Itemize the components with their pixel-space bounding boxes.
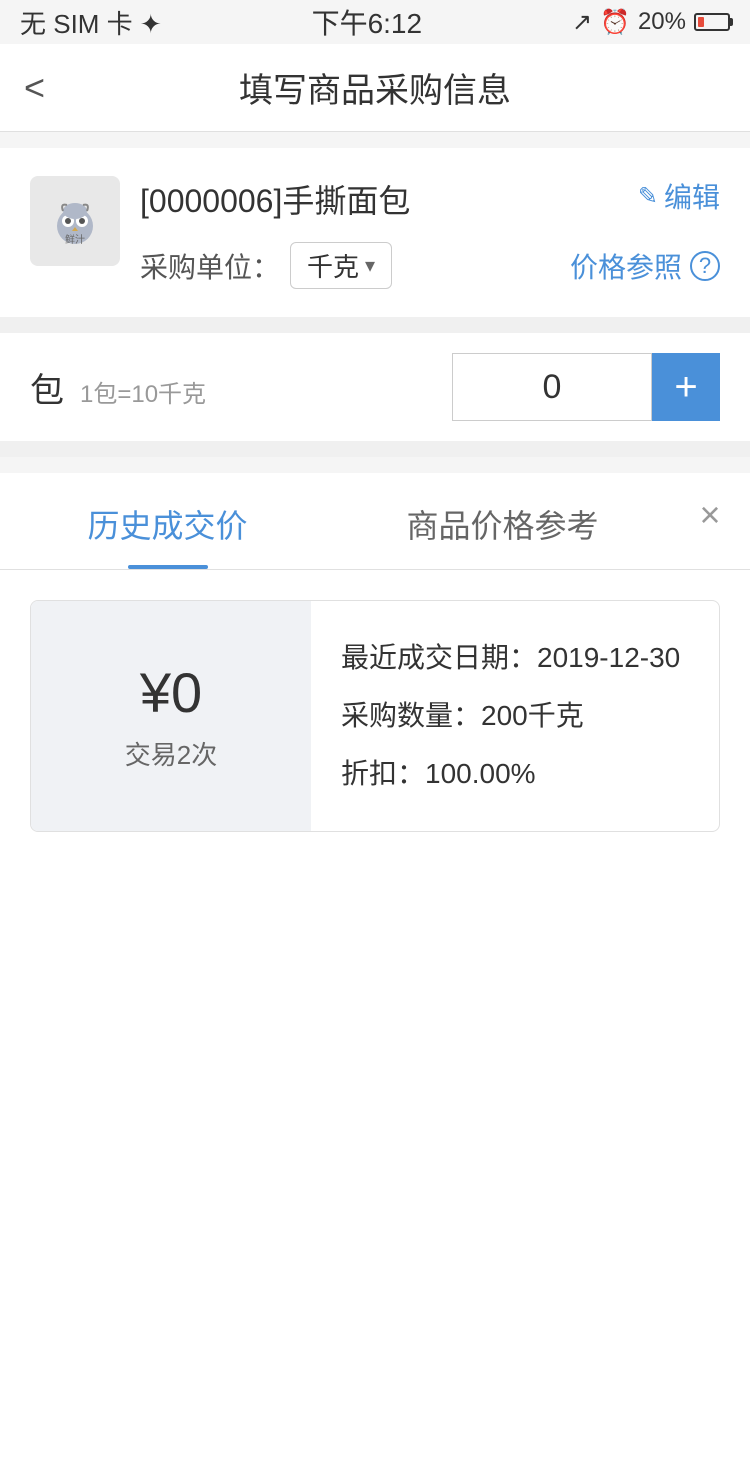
price-ref-help-icon: ?: [690, 251, 720, 281]
edit-button[interactable]: ✎ 编辑: [638, 176, 720, 216]
edit-icon: ✎: [638, 182, 658, 211]
tab-close-button[interactable]: ×: [670, 494, 750, 548]
status-bar: 无 SIM 卡 ✦ 下午6:12 ↗ ⏰ 20%: [0, 0, 750, 44]
currency-symbol: ¥: [140, 661, 171, 724]
quantity-note: 1包=10千克: [80, 374, 206, 409]
nav-bar: < 填写商品采购信息: [0, 44, 750, 132]
price-ref-button[interactable]: 价格参照 ?: [570, 246, 720, 286]
price-card-left: ¥0 交易2次: [31, 601, 311, 831]
tabs-section: 历史成交价 商品价格参考 × ¥0 交易2次 最近成交日期：2019-12-30…: [0, 473, 750, 862]
bottom-space: [0, 862, 750, 1462]
purchase-qty-value: 200千克: [481, 700, 584, 731]
page-title: 填写商品采购信息: [239, 63, 511, 112]
back-button[interactable]: <: [24, 67, 45, 109]
price-trades: 交易2次: [125, 735, 217, 772]
recent-date-row: 最近成交日期：2019-12-30: [341, 637, 689, 679]
price-amount: ¥0: [140, 660, 202, 725]
product-unit-row: 采购单位： 千克 ▾ 价格参照 ?: [140, 242, 720, 289]
price-card-container: ¥0 交易2次 最近成交日期：2019-12-30 采购数量：200千克 折扣：…: [0, 570, 750, 862]
purchase-qty-label: 采购数量：: [341, 700, 481, 731]
dropdown-arrow-icon: ▾: [365, 253, 375, 278]
quantity-input[interactable]: [452, 353, 652, 421]
price-card-right: 最近成交日期：2019-12-30 采购数量：200千克 折扣：100.00%: [311, 601, 719, 831]
divider-2: [0, 441, 750, 457]
status-left: 无 SIM 卡 ✦: [20, 4, 162, 41]
discount-label: 折扣：: [341, 758, 425, 789]
unit-value: 千克: [307, 247, 359, 284]
quantity-left: 包 1包=10千克: [30, 363, 206, 412]
product-section: 鲜汁 [0000006]手撕面包 ✎ 编辑 采购单位： 千克 ▾ 价格参照 ?: [0, 148, 750, 317]
recent-date-value: 2019-12-30: [537, 642, 680, 673]
quantity-right: +: [452, 353, 720, 421]
sim-wifi-label: 无 SIM 卡 ✦: [20, 4, 162, 41]
discount-row: 折扣：100.00%: [341, 753, 689, 795]
product-top-row: [0000006]手撕面包 ✎ 编辑: [140, 176, 720, 222]
price-card: ¥0 交易2次 最近成交日期：2019-12-30 采购数量：200千克 折扣：…: [30, 600, 720, 832]
edit-label: 编辑: [664, 176, 720, 216]
battery-percent: 20%: [638, 8, 686, 36]
quantity-section: 包 1包=10千克 +: [0, 333, 750, 441]
battery-icon: [694, 13, 730, 31]
unit-dropdown[interactable]: 千克 ▾: [290, 242, 392, 289]
location-icon: ↗: [572, 8, 592, 37]
alarm-icon: ⏰: [600, 8, 630, 37]
divider-1: [0, 317, 750, 333]
quantity-plus-button[interactable]: +: [652, 353, 720, 421]
status-time: 下午6:12: [312, 2, 423, 42]
product-name: [0000006]手撕面包: [140, 176, 410, 222]
recent-date-label: 最近成交日期：: [341, 642, 537, 673]
quantity-unit-label: 包: [30, 363, 64, 412]
unit-label: 采购单位： 千克 ▾: [140, 242, 392, 289]
discount-value: 100.00%: [425, 758, 536, 789]
status-right: ↗ ⏰ 20%: [572, 8, 730, 37]
tabs-header: 历史成交价 商品价格参考 ×: [0, 473, 750, 570]
purchase-qty-row: 采购数量：200千克: [341, 695, 689, 737]
product-thumbnail: 鲜汁: [30, 176, 120, 266]
price-ref-label: 价格参照: [570, 246, 682, 286]
tab-history-price[interactable]: 历史成交价: [0, 473, 335, 569]
svg-text:鲜汁: 鲜汁: [65, 233, 85, 246]
tab-product-price-ref[interactable]: 商品价格参考: [335, 473, 670, 569]
product-details: [0000006]手撕面包 ✎ 编辑 采购单位： 千克 ▾ 价格参照 ?: [140, 176, 720, 289]
amount-value: 0: [171, 661, 202, 724]
